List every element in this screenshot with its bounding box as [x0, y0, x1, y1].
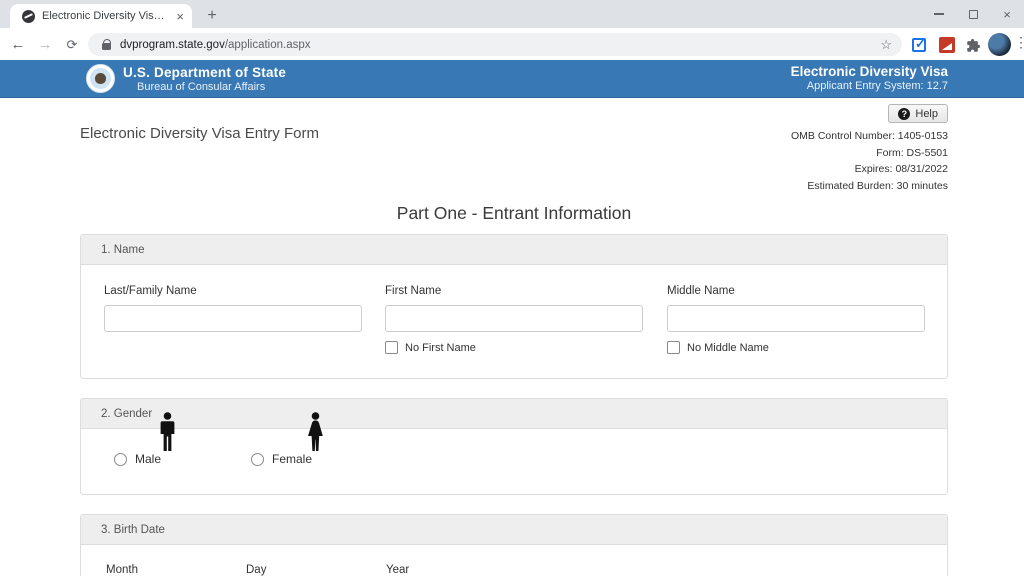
tab-strip: Electronic Diversity Visa Program × + × — [0, 0, 1024, 28]
browser-menu-icon[interactable]: ⋮ — [1014, 34, 1024, 51]
browser-tab[interactable]: Electronic Diversity Visa Program × — [10, 4, 192, 28]
maximize-button[interactable] — [956, 0, 990, 28]
extension-check-icon[interactable] — [908, 34, 930, 56]
birth-day-label: Day — [246, 564, 267, 576]
omb-burden: Estimated Burden: 30 minutes — [807, 179, 948, 192]
omb-control-number: OMB Control Number: 1405-0153 — [791, 130, 948, 142]
page-title: Electronic Diversity Visa Entry Form — [80, 125, 319, 142]
address-bar[interactable]: dvprogram.state.gov/application.aspx ☆ — [88, 33, 902, 56]
no-first-name-checkbox[interactable] — [385, 341, 398, 354]
help-button[interactable]: ? Help — [888, 104, 948, 123]
section-name: 1. Name Last/Family Name First Name No F… — [80, 234, 948, 379]
url-domain: dvprogram.state.gov — [120, 38, 225, 51]
url-path: /application.aspx — [224, 38, 311, 51]
help-button-label: Help — [915, 107, 938, 120]
profile-avatar[interactable] — [988, 33, 1011, 56]
middle-name-input[interactable] — [667, 305, 925, 332]
last-name-input[interactable] — [104, 305, 362, 332]
tab-title: Electronic Diversity Visa Program — [42, 10, 171, 22]
part-one-title: Part One - Entrant Information — [396, 203, 632, 223]
banner-app-title: Electronic Diversity Visa — [790, 64, 948, 79]
extension-chart-icon[interactable] — [936, 34, 958, 56]
no-middle-name-checkbox[interactable] — [667, 341, 680, 354]
banner-right: Electronic Diversity Visa Applicant Entr… — [791, 64, 948, 92]
omb-info: OMB Control Number: 1405-0153 Form: DS-5… — [791, 128, 948, 194]
banner-agency: U.S. Department of State — [123, 64, 287, 80]
omb-form-number: Form: DS-5501 — [876, 146, 948, 159]
section-gender: 2. Gender Male Female — [80, 398, 948, 495]
window-controls: × — [922, 0, 1024, 28]
male-radio[interactable] — [114, 452, 127, 466]
section-birth-date-header: 3. Birth Date — [81, 515, 947, 545]
new-tab-button[interactable]: + — [200, 5, 224, 27]
help-question-icon: ? — [898, 107, 911, 120]
extensions-puzzle-icon[interactable] — [962, 34, 984, 56]
birth-month-label: Month — [106, 564, 138, 576]
female-radio[interactable] — [251, 452, 264, 466]
minimize-button[interactable] — [922, 0, 956, 28]
url-text: dvprogram.state.gov/application.aspx — [120, 39, 880, 51]
no-middle-name-label: No Middle Name — [687, 341, 769, 354]
dos-seal-logo — [86, 64, 115, 93]
omb-expires: Expires: 08/31/2022 — [854, 163, 948, 175]
last-name-label: Last/Family Name — [104, 285, 197, 297]
refresh-button[interactable]: ⟳ — [60, 34, 84, 56]
no-first-name-label: No First Name — [405, 341, 476, 354]
tab-favicon-icon — [22, 9, 35, 23]
close-window-button[interactable]: × — [990, 0, 1024, 28]
middle-name-label: Middle Name — [667, 285, 735, 297]
section-birth-date: 3. Birth Date Month Day Year — [80, 514, 948, 576]
female-person-icon — [304, 412, 327, 457]
banner-bureau: Bureau of Consular Affairs — [137, 80, 266, 93]
male-person-icon — [157, 412, 178, 457]
forward-button[interactable]: → — [33, 34, 57, 56]
bookmark-star-icon[interactable]: ☆ — [880, 37, 892, 53]
section-gender-header: 2. Gender — [81, 399, 947, 429]
site-banner: U.S. Department of State Bureau of Consu… — [0, 60, 1024, 98]
banner-left: U.S. Department of State Bureau of Consu… — [86, 64, 286, 93]
back-button[interactable]: ← — [6, 34, 30, 56]
first-name-label: First Name — [385, 285, 442, 297]
birth-year-label: Year — [386, 564, 410, 576]
first-name-input[interactable] — [385, 305, 643, 332]
banner-app-subtitle: Applicant Entry System: 12.7 — [806, 80, 948, 92]
tab-close-icon[interactable]: × — [176, 9, 184, 24]
section-name-header: 1. Name — [81, 235, 947, 265]
lock-icon — [102, 39, 111, 50]
